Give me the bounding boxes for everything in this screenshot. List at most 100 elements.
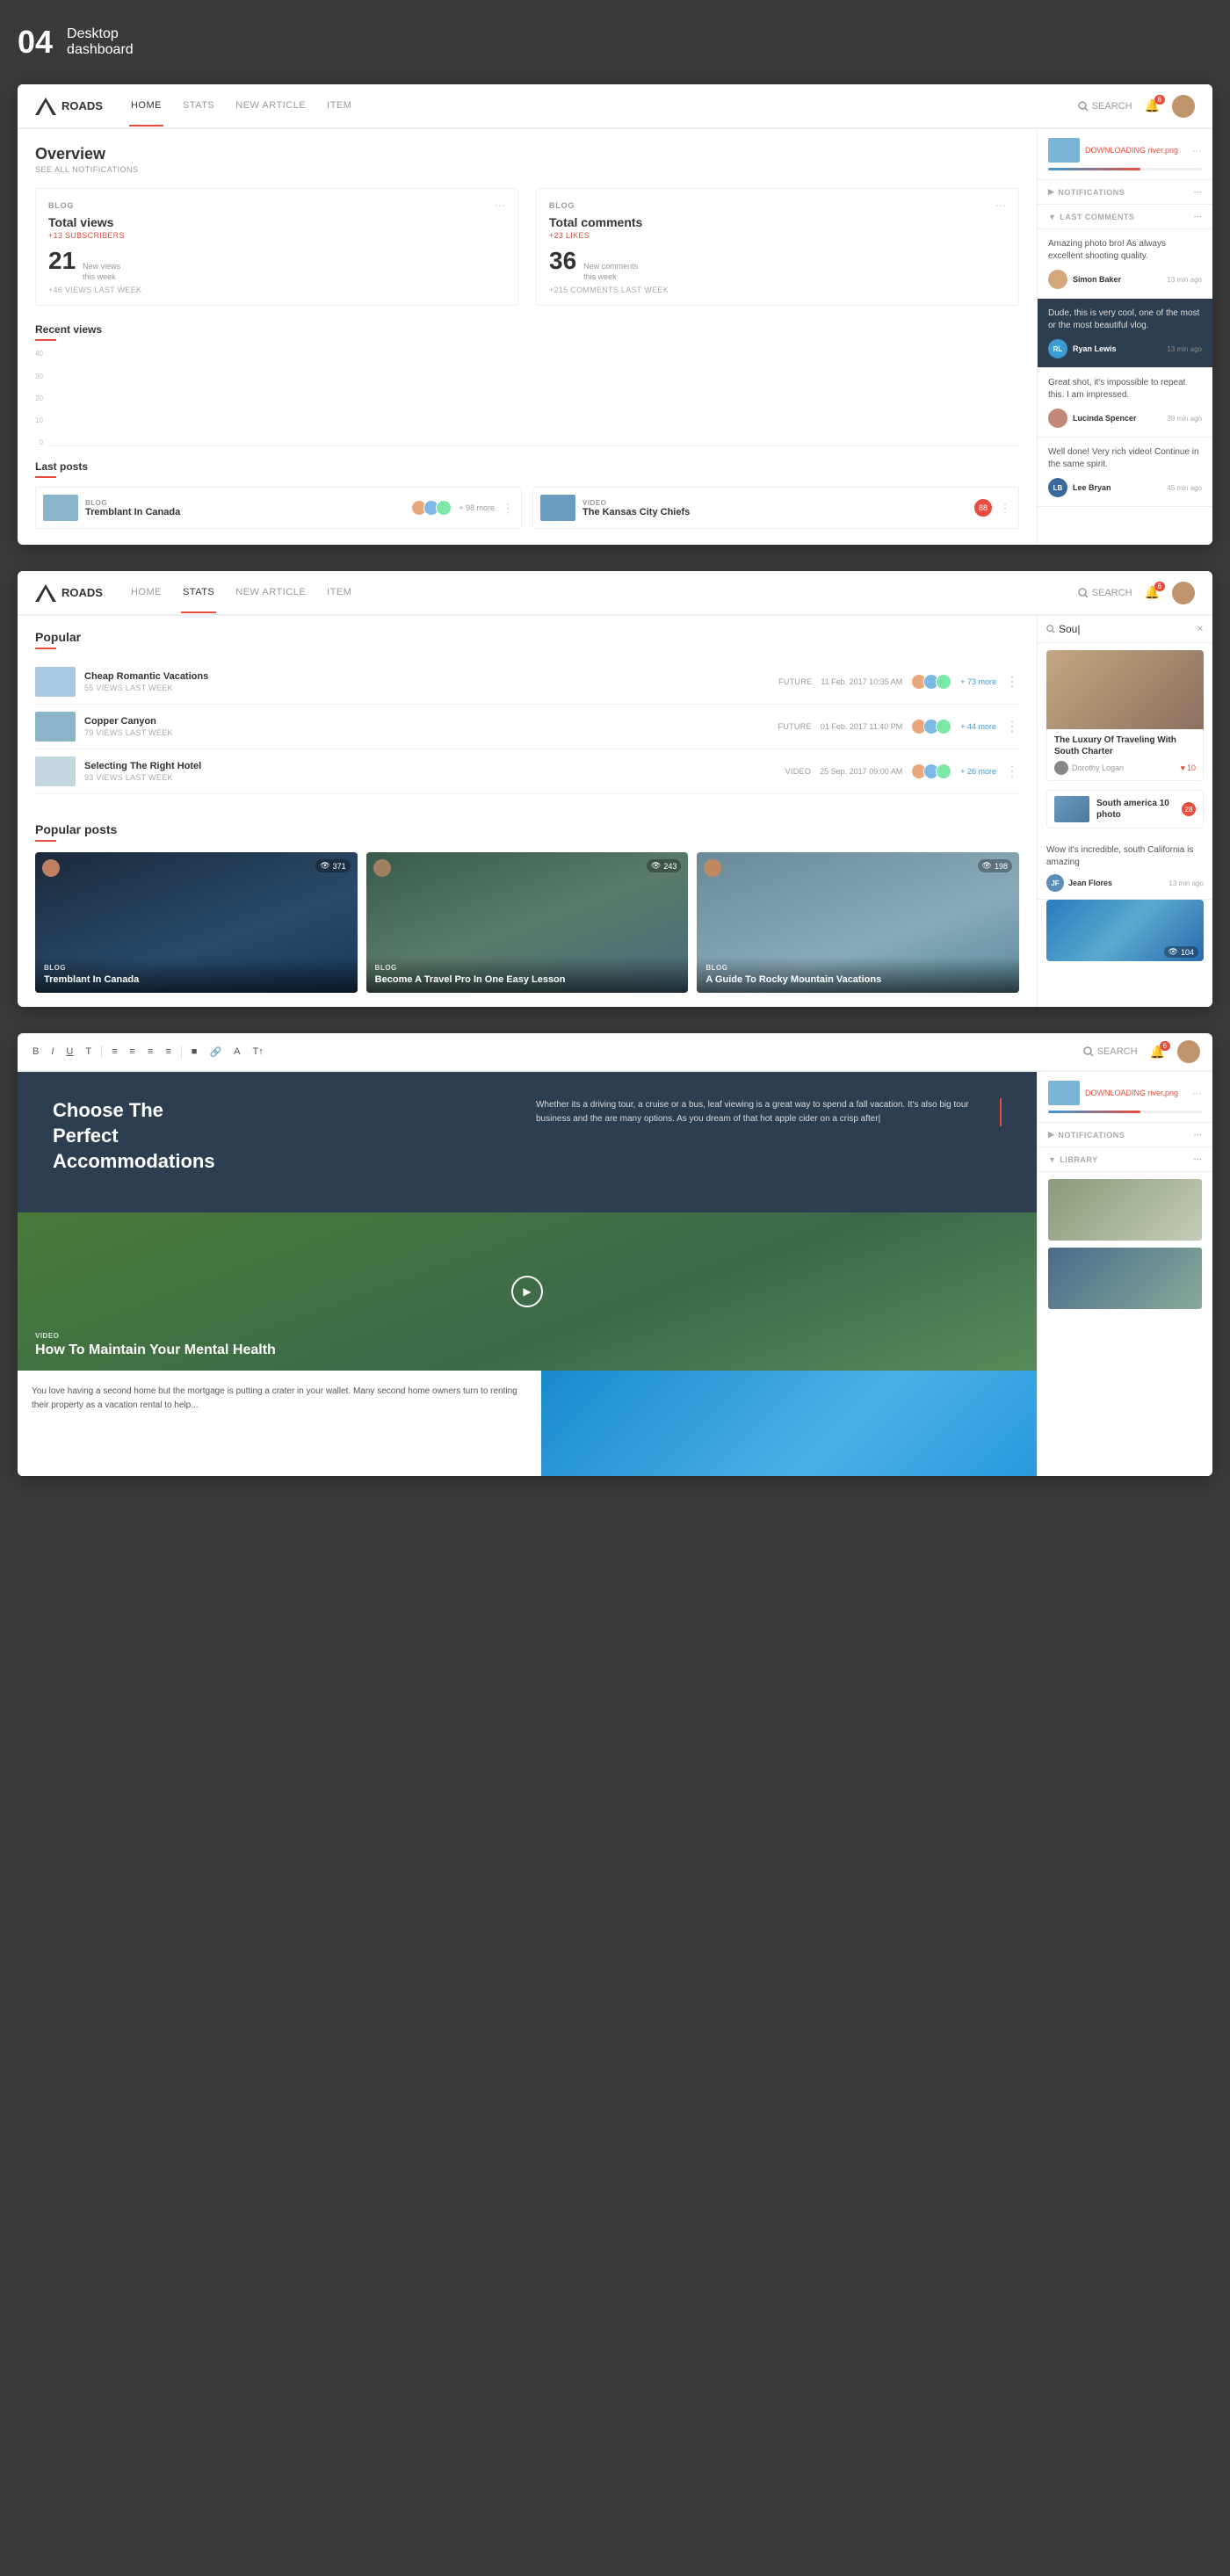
- editor-video-overlay: VIDEO How To Maintain Your Mental Health: [18, 1320, 1037, 1371]
- toolbar-align-right[interactable]: ≡: [145, 1045, 156, 1059]
- popular-avatars-2: [911, 719, 951, 734]
- page-title-line1: Desktop: [67, 26, 134, 42]
- comment-avatar-4: LB: [1048, 478, 1067, 497]
- editor-bell[interactable]: 🔔 6: [1150, 1045, 1165, 1060]
- post-grid-3[interactable]: 👁 198 BLOG A Guide To Rocky Mountain Vac…: [697, 852, 1019, 993]
- popular-dots-1[interactable]: ⋮: [1005, 673, 1019, 691]
- chart-section: Recent views 40 30 20 10 0: [35, 323, 1019, 446]
- sidebar-search-icon: [1046, 625, 1055, 633]
- toolbar-italic[interactable]: I: [48, 1045, 56, 1059]
- post-dots-2[interactable]: ⋮: [999, 501, 1011, 516]
- toolbar-align-justify[interactable]: ≡: [163, 1045, 173, 1059]
- toolbar-underline[interactable]: U: [63, 1045, 76, 1059]
- popular-item-3[interactable]: Selecting The Right Hotel 93 VIEWS LAST …: [35, 749, 1019, 794]
- sidebar-dots-notif[interactable]: ⋯: [1194, 187, 1203, 197]
- sidebar-arrow-comments: ▼: [1048, 213, 1056, 221]
- sidebar-dots-notif-3[interactable]: ⋯: [1194, 1130, 1203, 1140]
- comment-footer-3: Lucinda Spencer 39 min ago: [1048, 409, 1202, 428]
- sidebar-dots-library[interactable]: ⋯: [1194, 1154, 1203, 1164]
- popular-posts-title: Popular posts: [35, 822, 1019, 836]
- popular-views-1: 55 VIEWS LAST WEEK: [84, 684, 770, 692]
- popular-item-2[interactable]: Copper Canyon 79 VIEWS LAST WEEK FUTURE …: [35, 705, 1019, 749]
- notifications-label: NOTIFICATIONS: [1058, 188, 1125, 197]
- views-last-week: +46 VIEWS LAST WEEK: [48, 286, 505, 294]
- popular-date-1: 11 Feb. 2017 10:35 AM: [821, 677, 902, 686]
- editor-search[interactable]: SEARCH: [1083, 1046, 1138, 1057]
- post-grid-1[interactable]: 👁 371 BLOG Tremblant In Canada: [35, 852, 358, 993]
- post-grid-overlay-2: BLOG Become A Travel Pro In One Easy Les…: [366, 957, 689, 993]
- editor-toolbar-wrapper: B I U T ≡ ≡ ≡ ≡ ■ 🔗 A T↑ SEARCH 🔔 6: [18, 1033, 1212, 1072]
- popular-dots-2[interactable]: ⋮: [1005, 718, 1019, 735]
- views-dots: ⋯: [495, 199, 505, 212]
- nav-link-new-article[interactable]: NEW ARTICLE: [234, 86, 308, 127]
- toolbar-color[interactable]: A: [231, 1045, 242, 1059]
- sidebar-photo-card[interactable]: South america 10 photo 28: [1046, 790, 1204, 829]
- post-dots-1[interactable]: ⋮: [502, 501, 514, 516]
- comment-avatar-3: [1048, 409, 1067, 428]
- popular-item-1[interactable]: Cheap Romantic Vacations 55 VIEWS LAST W…: [35, 660, 1019, 705]
- nav-search-1[interactable]: SEARCH: [1078, 101, 1132, 112]
- editor-heading[interactable]: Choose The Perfect Accommodations: [53, 1098, 211, 1174]
- post-cat-1: BLOG: [85, 499, 404, 507]
- nav2-link-new-article[interactable]: NEW ARTICLE: [234, 573, 308, 613]
- editor-text-block[interactable]: You love having a second home but the mo…: [18, 1371, 541, 1476]
- panel-main-2: Popular Cheap Romantic Vacations 55 VIEW…: [18, 616, 1037, 1007]
- nav-avatar-2[interactable]: [1172, 582, 1195, 604]
- post-more-1: + 98 more: [459, 503, 495, 512]
- see-all-notifications[interactable]: SEE ALL NOTIFICATIONS: [35, 165, 1019, 174]
- nav-search-2[interactable]: SEARCH: [1078, 588, 1132, 598]
- nav-link-item[interactable]: ITEM: [325, 86, 353, 127]
- editor-video-section: ▶ VIDEO How To Maintain Your Mental Heal…: [18, 1212, 1037, 1371]
- comment-avatar-2: RL: [1048, 339, 1067, 358]
- sidebar-comment-avatar: JF: [1046, 874, 1064, 892]
- sidebar-card-1[interactable]: The Luxury Of Traveling With South Chart…: [1046, 650, 1204, 781]
- nav2-link-item[interactable]: ITEM: [325, 573, 353, 613]
- editor-avatar[interactable]: [1177, 1040, 1200, 1063]
- editor-main[interactable]: Choose The Perfect Accommodations Whethe…: [18, 1072, 1037, 1212]
- play-button[interactable]: ▶: [511, 1276, 543, 1307]
- nav2-link-home[interactable]: HOME: [129, 573, 163, 613]
- sidebar-search-close[interactable]: ✕: [1197, 625, 1204, 634]
- comment-time-1: 13 min ago: [1167, 276, 1202, 284]
- download-dots-1[interactable]: ⋯: [1192, 145, 1202, 156]
- dashboard-panel-1: ROADS HOME STATS NEW ARTICLE ITEM SEARCH…: [18, 84, 1212, 545]
- post-grid-title-3: A Guide To Rocky Mountain Vacations: [705, 973, 1010, 986]
- nav-avatar-1[interactable]: [1172, 95, 1195, 118]
- popular-info-2: Copper Canyon 79 VIEWS LAST WEEK: [84, 716, 770, 737]
- editor-toolbar-right: SEARCH 🔔 6: [1083, 1040, 1200, 1063]
- toolbar-text[interactable]: T: [83, 1045, 94, 1059]
- nav-bell-2[interactable]: 🔔 6: [1145, 585, 1160, 600]
- comment-text-3: Great shot, it's impossible to repeat th…: [1048, 377, 1202, 402]
- post-grid-title-2: Become A Travel Pro In One Easy Lesson: [375, 973, 680, 986]
- sidebar-search-panel[interactable]: Sou| ✕: [1038, 616, 1212, 643]
- editor-video-title: How To Maintain Your Mental Health: [35, 1342, 1019, 1358]
- sidebar-search-text[interactable]: Sou|: [1059, 623, 1193, 635]
- toolbar-align-center[interactable]: ≡: [127, 1045, 138, 1059]
- progress-bar-3: [1048, 1111, 1202, 1113]
- nav-link-home[interactable]: HOME: [129, 86, 163, 127]
- download-dots-3[interactable]: ⋯: [1192, 1088, 1202, 1099]
- nav-bell-1[interactable]: 🔔 6: [1145, 98, 1160, 113]
- library-img-2[interactable]: [1048, 1248, 1202, 1309]
- toolbar-align-left[interactable]: ≡: [109, 1045, 119, 1059]
- post-card-2[interactable]: VIDEO The Kansas City Chiefs 88 ⋮: [532, 487, 1019, 529]
- nav2-link-stats[interactable]: STATS: [181, 573, 216, 613]
- editor-body-text[interactable]: Whether its a driving tour, a cruise or …: [536, 1098, 1002, 1126]
- post-grid-title-1: Tremblant In Canada: [44, 973, 349, 986]
- toolbar-link[interactable]: 🔗: [206, 1045, 224, 1060]
- post-grid-overlay-3: BLOG A Guide To Rocky Mountain Vacations: [697, 957, 1019, 993]
- editor-toolbar: B I U T ≡ ≡ ≡ ≡ ■ 🔗 A T↑ SEARCH 🔔 6: [18, 1033, 1212, 1071]
- popular-dots-3[interactable]: ⋮: [1005, 763, 1019, 780]
- post-card-1[interactable]: BLOG Tremblant In Canada + 98 more ⋮: [35, 487, 522, 529]
- comment-text-2: Dude, this is very cool, one of the most…: [1048, 308, 1202, 332]
- post-grid-views-3: 👁 198: [978, 859, 1012, 872]
- nav-link-stats[interactable]: STATS: [181, 86, 216, 127]
- sidebar-download-1: DOWNLOADING river.png ⋯: [1038, 129, 1212, 180]
- toolbar-block[interactable]: ■: [189, 1045, 200, 1059]
- post-grid-2[interactable]: 👁 243 BLOG Become A Travel Pro In One Ea…: [366, 852, 689, 993]
- toolbar-bold[interactable]: B: [30, 1045, 41, 1059]
- comment-time-2: 13 min ago: [1167, 345, 1202, 353]
- toolbar-text-size[interactable]: T↑: [250, 1045, 265, 1059]
- library-img-1[interactable]: [1048, 1179, 1202, 1241]
- sidebar-dots-comments[interactable]: ⋯: [1194, 212, 1203, 221]
